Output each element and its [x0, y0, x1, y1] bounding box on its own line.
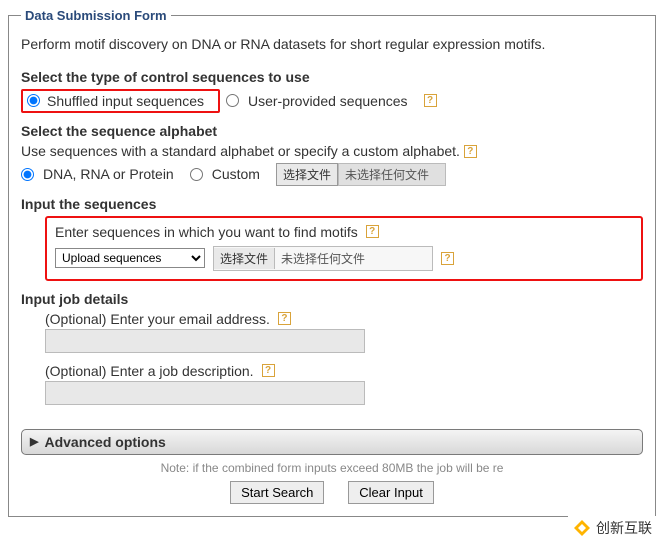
alphabet-custom-radio[interactable] [190, 168, 203, 181]
choose-file-button[interactable]: 选择文件 [276, 163, 338, 186]
file-status: 未选择任何文件 [338, 163, 446, 186]
control-shuffled-radio[interactable] [27, 94, 40, 107]
size-note: Note: if the combined form inputs exceed… [21, 461, 643, 475]
alphabet-std-label: DNA, RNA or Protein [43, 166, 174, 182]
watermark-text: 创新互联 [596, 518, 652, 538]
control-shuffled-highlight: Shuffled input sequences [21, 89, 220, 113]
help-icon[interactable]: ? [262, 364, 275, 377]
email-label: (Optional) Enter your email address. [45, 311, 270, 327]
watermark-icon [572, 518, 592, 538]
help-icon[interactable]: ? [366, 225, 379, 238]
file-status: 未选择任何文件 [275, 247, 432, 270]
chevron-right-icon: ▶ [30, 435, 38, 448]
sequences-highlight-box: Enter sequences in which you want to fin… [45, 216, 643, 281]
data-submission-form: Data Submission Form Perform motif disco… [8, 8, 656, 517]
sequences-mode-select[interactable]: Upload sequences [55, 248, 205, 268]
form-legend: Data Submission Form [21, 8, 171, 23]
sequences-file-input[interactable]: 选择文件 未选择任何文件 [213, 246, 433, 271]
jobdesc-field[interactable] [45, 381, 365, 405]
alphabet-desc: Use sequences with a standard alphabet o… [21, 143, 460, 159]
email-field[interactable] [45, 329, 365, 353]
help-icon[interactable]: ? [424, 94, 437, 107]
sequences-desc: Enter sequences in which you want to fin… [55, 224, 358, 240]
watermark: 创新互联 [568, 516, 656, 540]
jobdesc-label: (Optional) Enter a job description. [45, 363, 254, 379]
advanced-label: Advanced options [44, 434, 165, 450]
help-icon[interactable]: ? [441, 252, 454, 265]
choose-file-button[interactable]: 选择文件 [214, 248, 275, 269]
help-icon[interactable]: ? [278, 312, 291, 325]
alphabet-std-radio[interactable] [21, 168, 34, 181]
clear-input-button[interactable]: Clear Input [348, 481, 434, 504]
start-search-button[interactable]: Start Search [230, 481, 324, 504]
job-title: Input job details [21, 291, 643, 307]
help-icon[interactable]: ? [464, 145, 477, 158]
form-intro: Perform motif discovery on DNA or RNA da… [21, 35, 643, 55]
alphabet-custom-label: Custom [212, 166, 260, 182]
alphabet-title: Select the sequence alphabet [21, 123, 643, 139]
advanced-options-toggle[interactable]: ▶ Advanced options [21, 429, 643, 455]
sequences-title: Input the sequences [21, 196, 643, 212]
alphabet-file-input[interactable]: 选择文件 未选择任何文件 [276, 163, 446, 186]
control-shuffled-label: Shuffled input sequences [47, 93, 204, 109]
control-title: Select the type of control sequences to … [21, 69, 643, 85]
control-user-radio[interactable] [226, 94, 239, 107]
control-user-label: User-provided sequences [248, 93, 408, 109]
